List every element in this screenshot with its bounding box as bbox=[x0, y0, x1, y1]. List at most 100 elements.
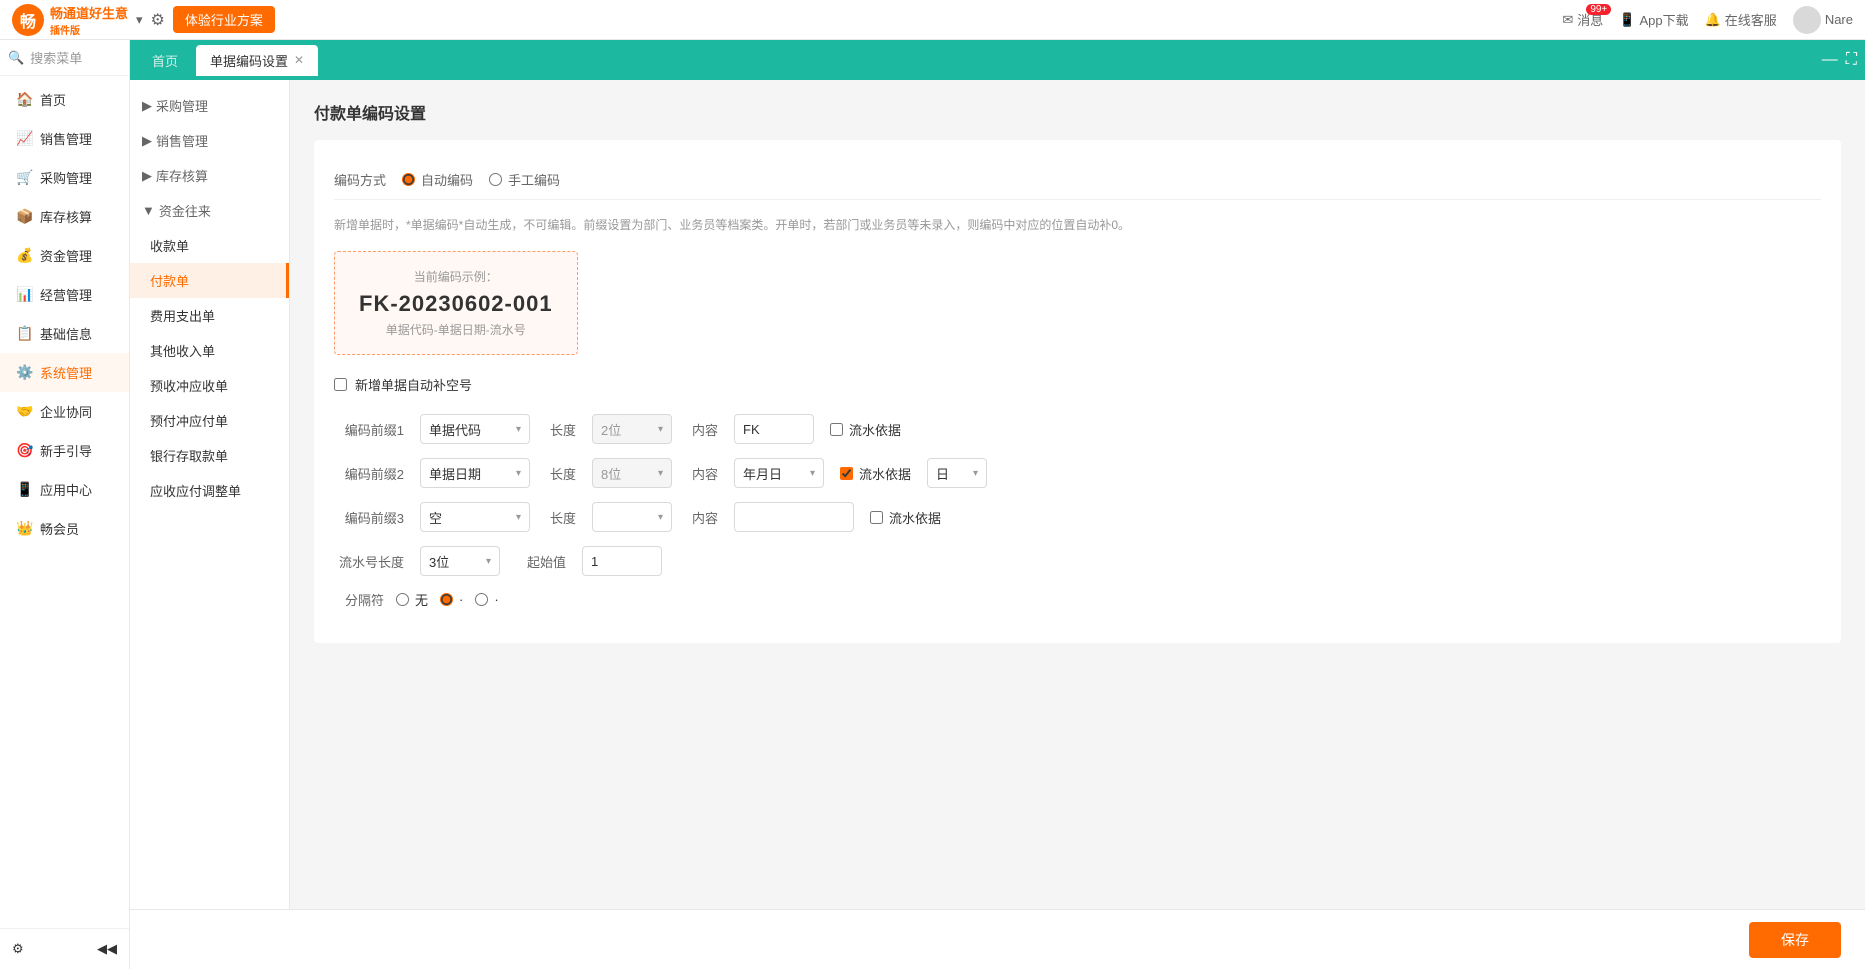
manual-code-label: 手工编码 bbox=[508, 170, 560, 189]
app-sub: 插件版 bbox=[50, 22, 128, 37]
sub-header-capital[interactable]: ▼ 资金往来 bbox=[130, 193, 289, 228]
prefix2-value: 单据日期 bbox=[429, 464, 481, 483]
content1-input[interactable] bbox=[734, 414, 814, 444]
sidebar-item-system[interactable]: ⚙️ 系统管理 bbox=[0, 353, 129, 392]
maximize-icon[interactable]: ⛶ bbox=[1846, 51, 1857, 69]
sub-header-purchase[interactable]: ▶ 采购管理 bbox=[130, 88, 289, 123]
sidebar-item-inventory[interactable]: 📦 库存核算 bbox=[0, 197, 129, 236]
auto-fill-checkbox[interactable] bbox=[334, 378, 347, 391]
settings-icon[interactable]: ⚙ bbox=[12, 941, 24, 957]
sidebar-item-finance[interactable]: 💰 资金管理 bbox=[0, 236, 129, 275]
serial2-unit-value: 日 bbox=[936, 464, 949, 483]
message-badge: 99+ bbox=[1586, 4, 1611, 15]
prefix2-label: 编码前缀2 bbox=[334, 464, 404, 483]
sub-header-sales[interactable]: ▶ 销售管理 bbox=[130, 123, 289, 158]
online-service-btn[interactable]: 🔔 在线客服 bbox=[1705, 10, 1777, 29]
online-service-label: 在线客服 bbox=[1725, 10, 1777, 29]
minimize-icon[interactable]: — bbox=[1822, 51, 1838, 69]
app-download-btn[interactable]: 📱 App下载 bbox=[1619, 10, 1688, 29]
prefix1-select[interactable]: 单据代码 ▾ bbox=[420, 414, 530, 444]
sub-item-other-income[interactable]: 其他收入单 bbox=[130, 333, 289, 368]
sub-item-adjust[interactable]: 应收应付调整单 bbox=[130, 473, 289, 508]
sidebar-item-basic[interactable]: 📋 基础信息 bbox=[0, 314, 129, 353]
prefix2-row: 编码前缀2 单据日期 ▾ 长度 8位 ▾ 内容 年月日 bbox=[334, 458, 1821, 488]
auto-code-radio[interactable] bbox=[402, 173, 415, 186]
sep-dot-radio[interactable] bbox=[440, 593, 453, 606]
sidebar-item-collab[interactable]: 🤝 企业协同 bbox=[0, 392, 129, 431]
sep-none-radio[interactable] bbox=[396, 593, 409, 606]
length1-label: 长度 bbox=[546, 420, 576, 439]
trial-btn[interactable]: 体验行业方案 bbox=[173, 6, 275, 33]
tab-code-setting[interactable]: 单据编码设置 ✕ bbox=[196, 45, 318, 76]
sidebar-item-label: 销售管理 bbox=[40, 129, 92, 148]
dropdown-arrow: ▾ bbox=[136, 12, 143, 28]
message-btn[interactable]: ✉ 消息 99+ bbox=[1562, 10, 1603, 29]
download-icon: 📱 bbox=[1619, 12, 1635, 28]
tab-home[interactable]: 首页 bbox=[138, 45, 192, 76]
sidebar-item-guide[interactable]: 🎯 新手引导 bbox=[0, 431, 129, 470]
sub-sidebar: ▶ 采购管理 ▶ 销售管理 ▶ 库存核算 bbox=[130, 80, 290, 909]
sidebar-item-operation[interactable]: 📊 经营管理 bbox=[0, 275, 129, 314]
sales-icon: 📈 bbox=[16, 130, 32, 147]
chevron-down-icon: ▾ bbox=[658, 468, 663, 479]
user-info[interactable]: Nare bbox=[1793, 6, 1853, 34]
sub-item-bank[interactable]: 银行存取款单 bbox=[130, 438, 289, 473]
chevron-down-icon: ▾ bbox=[516, 468, 521, 479]
length3-select[interactable]: ▾ bbox=[592, 502, 672, 532]
sep-dot-label: · bbox=[459, 592, 463, 607]
sub-item-pre-receipt[interactable]: 预收冲应收单 bbox=[130, 368, 289, 403]
sep-none-option[interactable]: 无 bbox=[396, 590, 428, 609]
appstore-icon: 📱 bbox=[16, 481, 32, 498]
setting-card: 编码方式 自动编码 手工编码 bbox=[314, 140, 1841, 643]
dropdown-trigger[interactable]: ▾ bbox=[136, 12, 143, 28]
serial2-checkbox[interactable] bbox=[840, 467, 853, 480]
prefix2-select[interactable]: 单据日期 ▾ bbox=[420, 458, 530, 488]
sub-header-capital-label: 资金往来 bbox=[159, 201, 211, 220]
sub-item-receipt[interactable]: 收款单 bbox=[130, 228, 289, 263]
chevron-down-icon: ▾ bbox=[973, 468, 978, 479]
sub-item-payment[interactable]: 付款单 bbox=[130, 263, 289, 298]
start-input[interactable] bbox=[582, 546, 662, 576]
sep-other-radio[interactable] bbox=[475, 593, 488, 606]
serial2-unit-select[interactable]: 日 ▾ bbox=[927, 458, 987, 488]
sidebar-item-sales[interactable]: 📈 销售管理 bbox=[0, 119, 129, 158]
message-icon: ✉ bbox=[1562, 12, 1573, 28]
sub-item-pre-payment[interactable]: 预付冲应付单 bbox=[130, 403, 289, 438]
sidebar-item-home[interactable]: 🏠 首页 bbox=[0, 80, 129, 119]
sidebar-item-purchase[interactable]: 🛒 采购管理 bbox=[0, 158, 129, 197]
sub-group-purchase: ▶ 采购管理 bbox=[130, 88, 289, 123]
manual-code-radio[interactable] bbox=[489, 173, 502, 186]
sidebar-item-appstore[interactable]: 📱 应用中心 bbox=[0, 470, 129, 509]
tab-close-icon[interactable]: ✕ bbox=[294, 53, 304, 67]
sidebar-item-label: 畅会员 bbox=[40, 519, 79, 538]
auto-fill-label: 新增单据自动补空号 bbox=[355, 375, 472, 394]
save-button[interactable]: 保存 bbox=[1749, 922, 1841, 958]
manual-code-option[interactable]: 手工编码 bbox=[489, 170, 560, 189]
sub-group-capital: ▼ 资金往来 收款单 付款单 费用支出单 其他收入单 预收冲应收单 预付冲应付单… bbox=[130, 193, 289, 508]
app-logo: 畅 畅通道好生意 插件版 bbox=[12, 3, 128, 37]
sep-other-option[interactable]: · bbox=[475, 592, 498, 607]
sub-item-expense[interactable]: 费用支出单 bbox=[130, 298, 289, 333]
serial1-checkbox[interactable] bbox=[830, 423, 843, 436]
tab-code-setting-label: 单据编码设置 bbox=[210, 51, 288, 70]
content3-input[interactable] bbox=[734, 502, 854, 532]
gear-icon[interactable]: ⚙ bbox=[151, 10, 165, 30]
separator-row: 分隔符 无 · · bbox=[334, 590, 1821, 609]
sub-header-inventory[interactable]: ▶ 库存核算 bbox=[130, 158, 289, 193]
app-name: 畅通道好生意 bbox=[50, 3, 128, 22]
sidebar-item-label: 经营管理 bbox=[40, 285, 92, 304]
sidebar-item-member[interactable]: 👑 畅会员 bbox=[0, 509, 129, 548]
content2-select[interactable]: 年月日 ▾ bbox=[734, 458, 824, 488]
sep-dot-option[interactable]: · bbox=[440, 592, 463, 607]
content1-label: 内容 bbox=[688, 420, 718, 439]
collapse-icon[interactable]: ◀◀ bbox=[97, 941, 117, 957]
prefix1-value: 单据代码 bbox=[429, 420, 481, 439]
sidebar-search[interactable]: 🔍 搜索菜单 bbox=[0, 40, 129, 76]
serial-len-select[interactable]: 3位 ▾ bbox=[420, 546, 500, 576]
auto-code-option[interactable]: 自动编码 bbox=[402, 170, 473, 189]
sidebar-item-label: 资金管理 bbox=[40, 246, 92, 265]
serial1-label: 流水依据 bbox=[849, 420, 901, 439]
code-method-label: 编码方式 bbox=[334, 170, 386, 189]
prefix3-select[interactable]: 空 ▾ bbox=[420, 502, 530, 532]
serial3-checkbox[interactable] bbox=[870, 511, 883, 524]
